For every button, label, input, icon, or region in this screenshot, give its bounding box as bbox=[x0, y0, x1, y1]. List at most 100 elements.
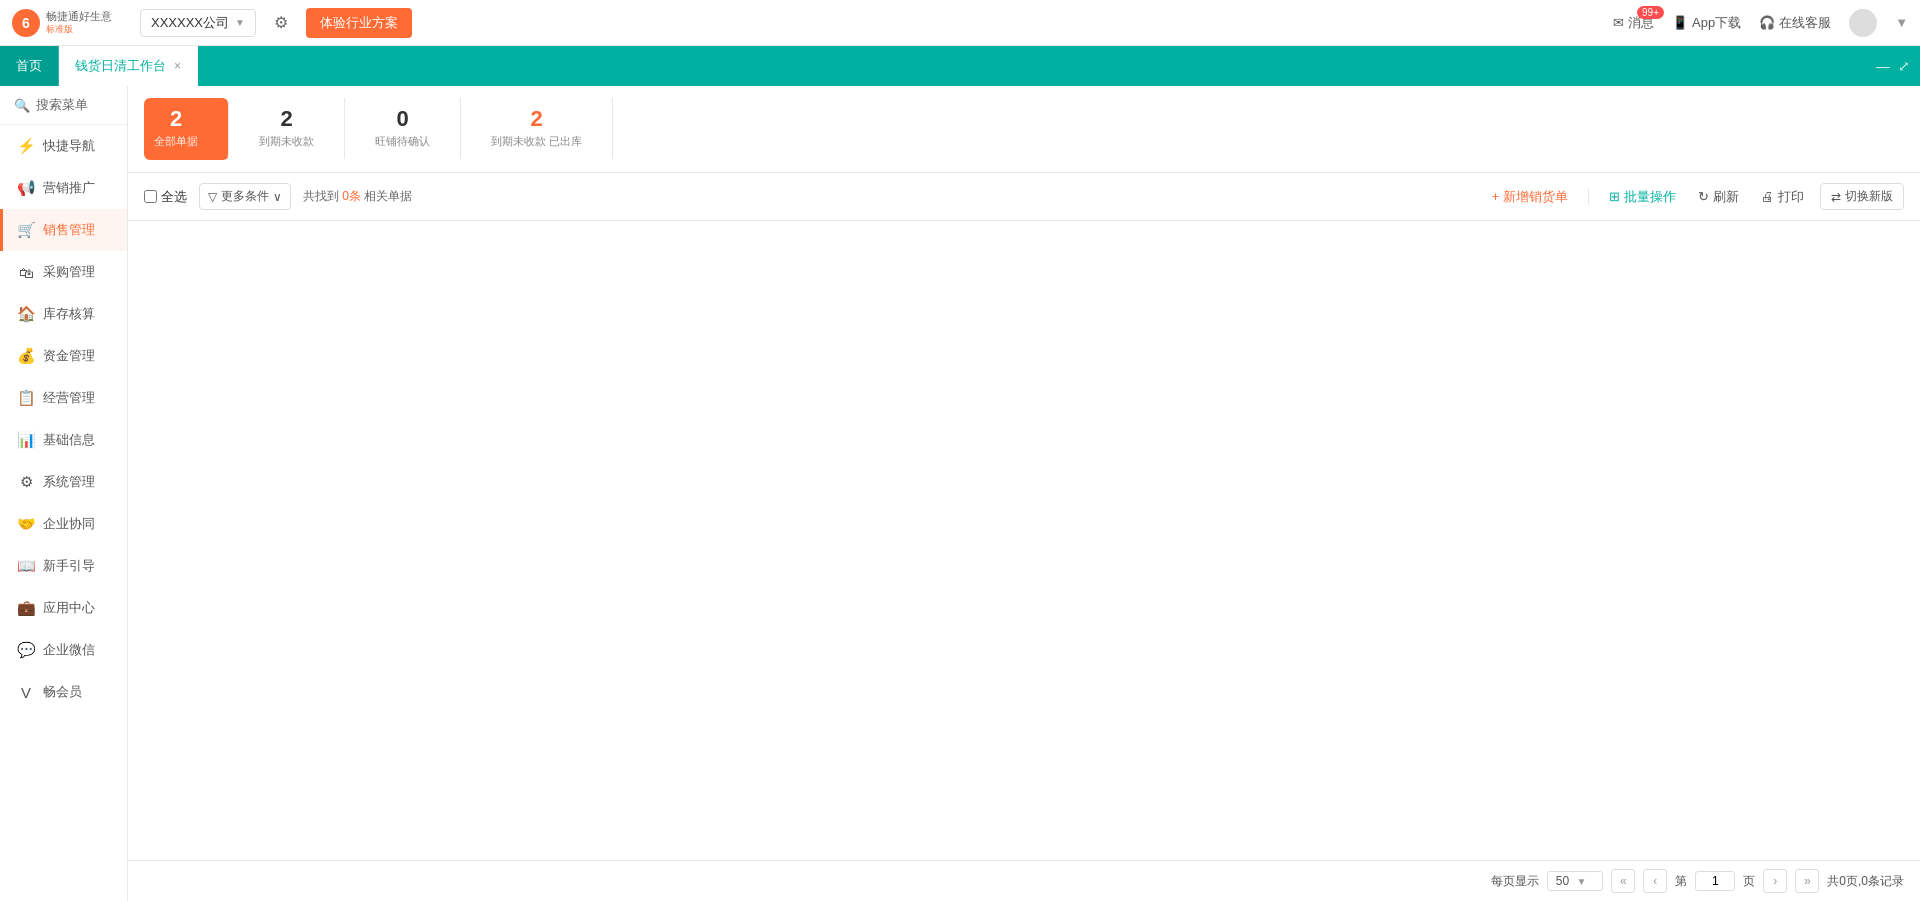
per-page-label: 每页显示 bbox=[1491, 873, 1539, 890]
online-service-btn[interactable]: 🎧 在线客服 bbox=[1759, 14, 1831, 32]
select-all-checkbox[interactable]: 全选 bbox=[144, 188, 187, 206]
filter-chevron: ∨ bbox=[273, 190, 282, 204]
app-download-btn[interactable]: 📱 App下载 bbox=[1672, 14, 1741, 32]
pagination-bar: 每页显示 50 ▼ « ‹ 第 页 › » 共0页,0条记录 bbox=[128, 860, 1920, 901]
company-name: XXXXXX公司 bbox=[151, 14, 229, 32]
per-page-value: 50 bbox=[1556, 874, 1569, 888]
found-text: 共找到 0条 相关单据 bbox=[303, 188, 412, 205]
stat-number-wangpu: 0 bbox=[375, 106, 430, 132]
sidebar-label-qiyexietong: 企业协同 bbox=[43, 515, 95, 533]
sidebar-search[interactable]: 🔍 搜索菜单 bbox=[0, 86, 127, 125]
message-btn[interactable]: ✉ 消息 99+ bbox=[1613, 14, 1654, 32]
sidebar-label-jichuxinxi: 基础信息 bbox=[43, 431, 95, 449]
tab-home-label: 首页 bbox=[16, 57, 42, 75]
stats-row: 2 全部单据 2 到期未收款 0 旺铺待确认 2 到期未收款 已出库 bbox=[128, 86, 1920, 173]
sidebar-item-qiyexietong[interactable]: 🤝 企业协同 bbox=[0, 503, 127, 545]
user-dropdown-arrow: ▼ bbox=[1895, 15, 1908, 30]
stat-card-overdue-shipped[interactable]: 2 到期未收款 已出库 bbox=[461, 98, 613, 160]
sidebar-item-caigouguanli[interactable]: 🛍 采购管理 bbox=[0, 251, 127, 293]
tab-spacer bbox=[198, 46, 1866, 86]
last-page-btn[interactable]: » bbox=[1795, 869, 1819, 893]
content-area: 2 全部单据 2 到期未收款 0 旺铺待确认 2 到期未收款 已出库 全选 bbox=[128, 86, 1920, 901]
add-sales-btn[interactable]: + 新增销货单 bbox=[1486, 184, 1574, 210]
prev-page-btn[interactable]: ‹ bbox=[1643, 869, 1667, 893]
purchase-icon: 🛍 bbox=[17, 264, 35, 281]
stat-label-wangpu: 旺铺待确认 bbox=[375, 134, 430, 149]
select-all-input[interactable] bbox=[144, 190, 157, 203]
sidebar-search-label: 搜索菜单 bbox=[36, 96, 88, 114]
refresh-btn[interactable]: ↻ 刷新 bbox=[1692, 184, 1745, 210]
sidebar-label-kuaijiedaohang: 快捷导航 bbox=[43, 137, 95, 155]
per-page-select[interactable]: 50 ▼ bbox=[1547, 871, 1604, 891]
app-download-label: App下载 bbox=[1692, 14, 1741, 32]
stat-card-wangpu[interactable]: 0 旺铺待确认 bbox=[345, 98, 461, 160]
user-name-area[interactable]: ▼ bbox=[1895, 15, 1908, 30]
refresh-label: 刷新 bbox=[1713, 188, 1739, 206]
user-avatar[interactable] bbox=[1849, 9, 1877, 37]
sidebar-label-xitonguanli: 系统管理 bbox=[43, 473, 95, 491]
select-all-label: 全选 bbox=[161, 188, 187, 206]
stat-number-all: 2 bbox=[154, 106, 198, 132]
table-area bbox=[128, 221, 1920, 860]
refresh-icon: ↻ bbox=[1698, 189, 1709, 204]
batch-label: 批量操作 bbox=[1624, 188, 1676, 206]
sales-icon: 🛒 bbox=[17, 221, 35, 239]
top-header: 6 畅捷通好生意 标准版 XXXXXX公司 ▼ ⚙ 体验行业方案 ✉ 消息 99… bbox=[0, 0, 1920, 46]
message-icon: ✉ bbox=[1613, 15, 1624, 30]
message-badge: 99+ bbox=[1637, 6, 1664, 19]
switch-icon: ⇄ bbox=[1831, 190, 1841, 204]
nav-tabs-bar: 首页 钱货日清工作台 × — ⤢ bbox=[0, 46, 1920, 86]
tab-close-icon[interactable]: × bbox=[174, 60, 181, 72]
wechat-icon: 💬 bbox=[17, 641, 35, 659]
window-maximize-icon[interactable]: ⤢ bbox=[1898, 58, 1910, 74]
sidebar-item-zijinguanli[interactable]: 💰 资金管理 bbox=[0, 335, 127, 377]
stat-card-overdue[interactable]: 2 到期未收款 bbox=[229, 98, 345, 160]
tab-home[interactable]: 首页 bbox=[0, 46, 59, 86]
online-service-label: 在线客服 bbox=[1779, 14, 1831, 32]
stat-card-all[interactable]: 2 全部单据 bbox=[144, 98, 229, 160]
trial-button[interactable]: 体验行业方案 bbox=[306, 8, 412, 38]
stat-label-overdue: 到期未收款 bbox=[259, 134, 314, 149]
sidebar-item-qiyeweixin[interactable]: 💬 企业微信 bbox=[0, 629, 127, 671]
app-name: 畅捷通好生意 bbox=[46, 9, 112, 23]
found-prefix: 共找到 bbox=[303, 189, 339, 203]
sidebar-item-yingyongzhongxin[interactable]: 💼 应用中心 bbox=[0, 587, 127, 629]
tab-qianhuoriqing-label: 钱货日清工作台 bbox=[75, 57, 166, 75]
sidebar-item-kuaijiedaohang[interactable]: ⚡ 快捷导航 bbox=[0, 125, 127, 167]
current-page-input[interactable] bbox=[1695, 871, 1735, 891]
sidebar-label-kucunhesuan: 库存核算 bbox=[43, 305, 95, 323]
first-page-btn[interactable]: « bbox=[1611, 869, 1635, 893]
tab-qianhuoriqing[interactable]: 钱货日清工作台 × bbox=[59, 46, 198, 86]
company-selector[interactable]: XXXXXX公司 ▼ bbox=[140, 9, 256, 37]
app-badge: 标准版 bbox=[46, 23, 112, 36]
stat-number-overdue-shipped: 2 bbox=[491, 106, 582, 132]
settings-icon[interactable]: ⚙ bbox=[266, 8, 296, 38]
window-minimize-icon[interactable]: — bbox=[1876, 58, 1890, 74]
next-page-btn[interactable]: › bbox=[1763, 869, 1787, 893]
sidebar-item-xinshouyindao[interactable]: 📖 新手引导 bbox=[0, 545, 127, 587]
sidebar-label-changhyuuan: 畅会员 bbox=[43, 683, 82, 701]
download-icon: 📱 bbox=[1672, 15, 1688, 30]
batch-operation-btn[interactable]: ⊞ 批量操作 bbox=[1603, 184, 1682, 210]
sidebar-item-jichuxinxi[interactable]: 📊 基础信息 bbox=[0, 419, 127, 461]
sidebar-item-xitonguanli[interactable]: ⚙ 系统管理 bbox=[0, 461, 127, 503]
sidebar-label-zijinguanli: 资金管理 bbox=[43, 347, 95, 365]
found-count: 0条 bbox=[342, 189, 361, 203]
print-btn[interactable]: 🖨 打印 bbox=[1755, 184, 1810, 210]
logo-area: 6 畅捷通好生意 标准版 bbox=[12, 9, 140, 37]
nav-tab-controls: — ⤢ bbox=[1866, 46, 1920, 86]
sidebar-item-kucunhesuan[interactable]: 🏠 库存核算 bbox=[0, 293, 127, 335]
total-label: 共0页,0条记录 bbox=[1827, 873, 1904, 890]
print-label: 打印 bbox=[1778, 188, 1804, 206]
cooperation-icon: 🤝 bbox=[17, 515, 35, 533]
sidebar-item-jingyingguanli[interactable]: 📋 经营管理 bbox=[0, 377, 127, 419]
sidebar-item-changhyuuan[interactable]: V 畅会员 bbox=[0, 671, 127, 713]
inventory-icon: 🏠 bbox=[17, 305, 35, 323]
app-logo-icon: 6 bbox=[12, 9, 40, 37]
app-center-icon: 💼 bbox=[17, 599, 35, 617]
sidebar-item-xiaoshouguanli[interactable]: 🛒 销售管理 bbox=[0, 209, 127, 251]
switch-version-btn[interactable]: ⇄ 切换新版 bbox=[1820, 183, 1904, 210]
sidebar-item-yingxiaotuiguang[interactable]: 📢 营销推广 bbox=[0, 167, 127, 209]
toolbar-divider-1 bbox=[1588, 189, 1589, 205]
filter-button[interactable]: ▽ 更多条件 ∨ bbox=[199, 183, 291, 210]
